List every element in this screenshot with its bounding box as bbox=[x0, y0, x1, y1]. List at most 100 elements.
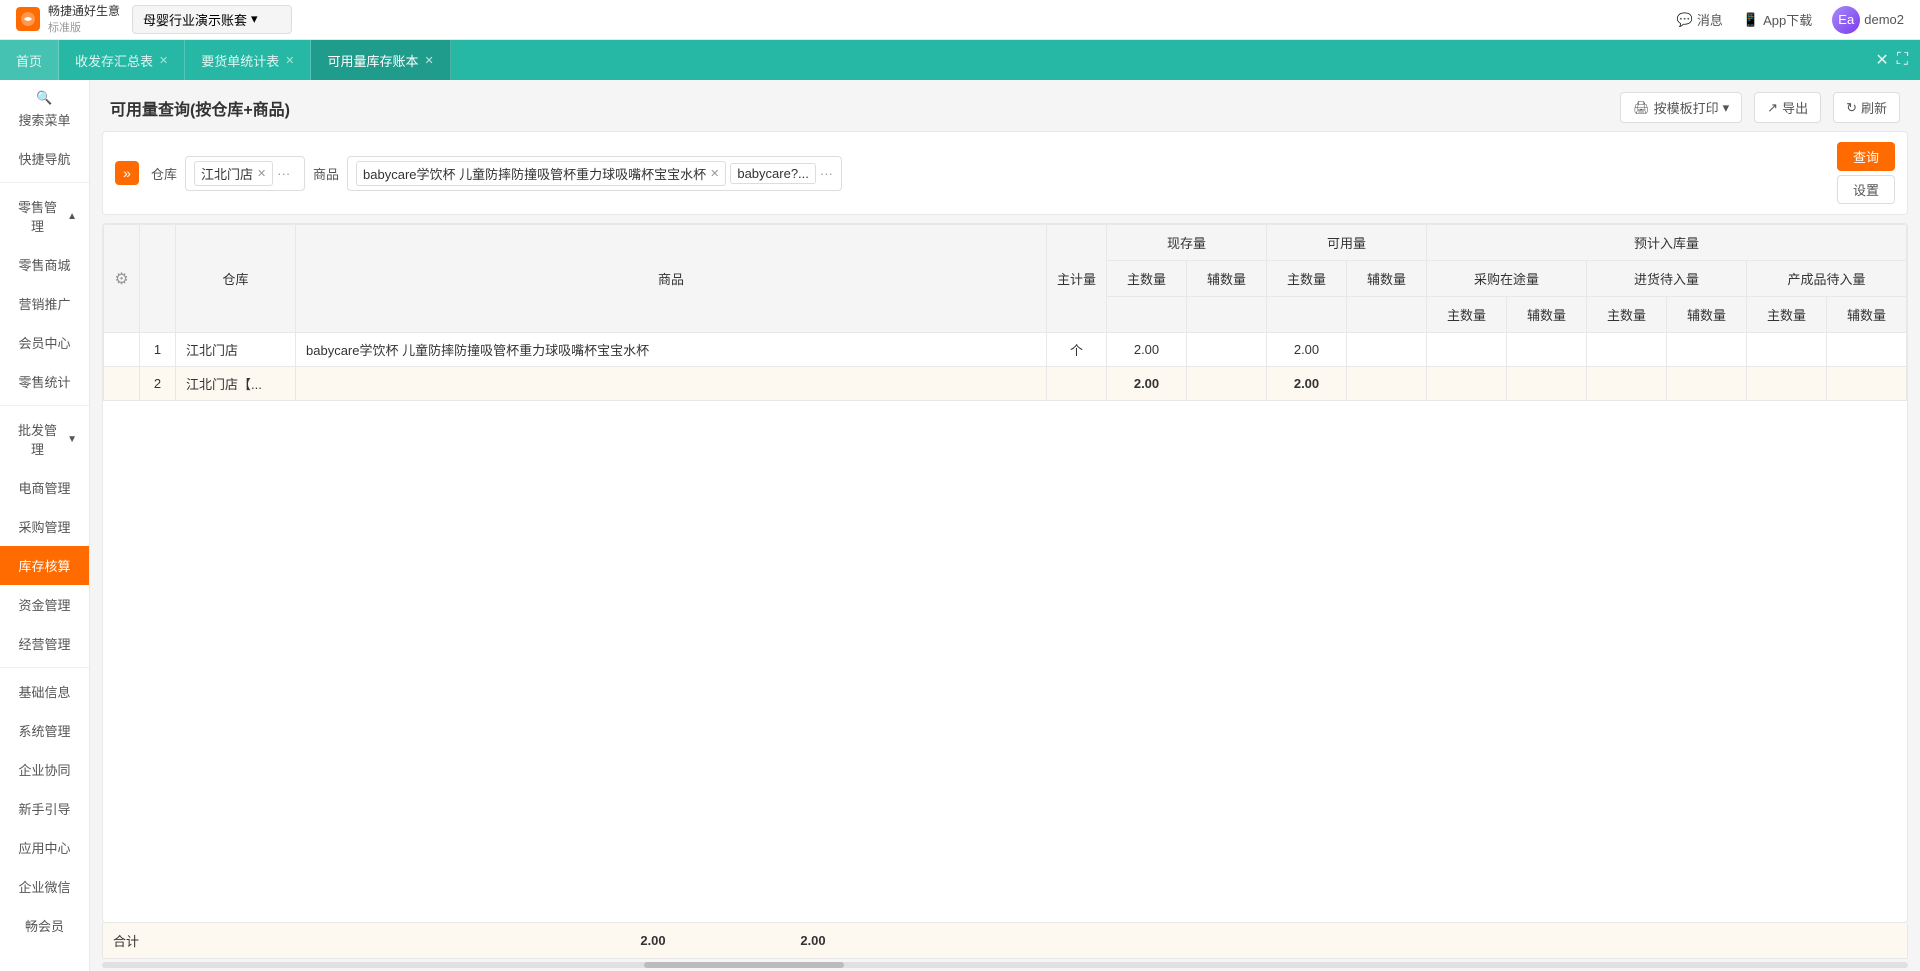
th-available-aux-2 bbox=[1347, 297, 1427, 333]
cell-warehouse-1: 江北门店 bbox=[176, 333, 296, 367]
sidebar-item-retail-mall[interactable]: 零售商城 bbox=[0, 245, 89, 284]
sidebar-item-new-guide[interactable]: 新手引导 bbox=[0, 789, 89, 828]
logo-sub: 标准版 bbox=[48, 19, 120, 35]
export-label: 导出 bbox=[1782, 98, 1808, 117]
cell-purchase-main-1 bbox=[1427, 333, 1507, 367]
sidebar-item-operations-mgmt[interactable]: 经营管理 bbox=[0, 624, 89, 663]
sidebar-item-basic-info[interactable]: 基础信息 bbox=[0, 672, 89, 711]
tab-home[interactable]: 首页 bbox=[0, 40, 59, 80]
sidebar-item-inventory-check[interactable]: 库存核算 bbox=[0, 546, 89, 585]
refresh-button[interactable]: ↻ 刷新 bbox=[1833, 92, 1900, 123]
industry-selector[interactable]: 母婴行业演示账套 ▾ bbox=[132, 5, 292, 34]
sidebar-system-mgmt-label: 系统管理 bbox=[18, 721, 70, 740]
settings-button[interactable]: 设置 bbox=[1837, 175, 1895, 204]
sidebar-item-member-center[interactable]: 会员中心 bbox=[0, 323, 89, 362]
warehouse-filter-more[interactable]: ··· bbox=[277, 166, 290, 181]
cell-goods-main-2 bbox=[1587, 367, 1667, 401]
app-download-label: App下载 bbox=[1763, 10, 1812, 29]
search-icon: 🔍 bbox=[36, 90, 52, 106]
cell-product-2 bbox=[296, 367, 1047, 401]
th-product-incoming-group: 产成品待入量 bbox=[1747, 261, 1907, 297]
sidebar-search[interactable]: 🔍 搜索菜单 bbox=[0, 80, 89, 139]
cell-goods-aux-2 bbox=[1667, 367, 1747, 401]
sidebar-purchase-mgmt-label: 采购管理 bbox=[18, 517, 70, 536]
print-button[interactable]: 🖨 按模板打印 ▾ bbox=[1620, 92, 1742, 123]
sidebar-new-guide-label: 新手引导 bbox=[18, 799, 70, 818]
app-download-action[interactable]: 📱 App下载 bbox=[1743, 10, 1812, 29]
page-header: 可用量查询(按仓库+商品) 🖨 按模板打印 ▾ ↗ 导出 ↻ 刷新 bbox=[90, 80, 1920, 131]
sidebar-item-enterprise-wechat[interactable]: 企业微信 bbox=[0, 867, 89, 906]
cell-purchase-main-2 bbox=[1427, 367, 1507, 401]
warehouse-tag-close[interactable]: ✕ bbox=[257, 167, 266, 180]
sidebar-quick-nav[interactable]: 快捷导航 bbox=[0, 139, 89, 178]
th-unit: 主计量 bbox=[1046, 225, 1106, 333]
top-bar-right: 💬 消息 📱 App下载 Ea demo2 bbox=[1677, 6, 1904, 34]
sidebar-retail-stats-label: 零售统计 bbox=[18, 372, 70, 391]
th-purchase-transit-group: 采购在途量 bbox=[1427, 261, 1587, 297]
product-filter-more[interactable]: ··· bbox=[820, 166, 833, 181]
sidebar-vip-label: 畅会员 bbox=[25, 916, 64, 935]
tab-receive-summary-label: 收发存汇总表 bbox=[75, 51, 153, 70]
message-action[interactable]: 💬 消息 bbox=[1677, 10, 1723, 29]
tab-order-summary[interactable]: 要货单统计表 ✕ bbox=[185, 40, 311, 80]
scroll-thumb[interactable] bbox=[644, 962, 844, 968]
warehouse-filter-input[interactable]: 江北门店 ✕ ··· bbox=[185, 156, 305, 191]
export-button[interactable]: ↗ 导出 bbox=[1754, 92, 1821, 123]
sidebar-enterprise-wechat-label: 企业微信 bbox=[18, 877, 70, 896]
sidebar-finance-mgmt-label: 资金管理 bbox=[18, 595, 70, 614]
product-filter-input[interactable]: babycare学饮杯 儿童防摔防撞吸管杯重力球吸嘴杯宝宝水杯 ✕ babyca… bbox=[347, 156, 842, 191]
refresh-label: 刷新 bbox=[1861, 98, 1887, 117]
export-icon: ↗ bbox=[1767, 100, 1778, 116]
industry-label: 母婴行业演示账套 bbox=[143, 10, 247, 29]
query-button[interactable]: 查询 bbox=[1837, 142, 1895, 171]
sidebar-item-retail-stats[interactable]: 零售统计 bbox=[0, 362, 89, 401]
filter-toggle-btn[interactable]: » bbox=[115, 161, 139, 185]
th-available-group: 可用量 bbox=[1267, 225, 1427, 261]
refresh-icon: ↻ bbox=[1846, 100, 1857, 116]
settings-gear-icon[interactable]: ⚙ bbox=[114, 271, 128, 288]
sidebar-retail-mall-label: 零售商城 bbox=[18, 255, 70, 274]
tab-order-summary-close[interactable]: ✕ bbox=[285, 54, 294, 67]
sidebar-item-retail-mgmt[interactable]: 零售管理 ▲ bbox=[0, 187, 89, 245]
cell-goods-aux-1 bbox=[1667, 333, 1747, 367]
tab-receive-summary-close[interactable]: ✕ bbox=[159, 54, 168, 67]
scroll-bar-area bbox=[90, 959, 1920, 971]
sidebar-item-ecommerce-mgmt[interactable]: 电商管理 bbox=[0, 468, 89, 507]
th-product-main: 主数量 bbox=[1747, 297, 1827, 333]
cell-available-main-2: 2.00 bbox=[1267, 367, 1347, 401]
th-current-aux-2 bbox=[1187, 297, 1267, 333]
sidebar-divider-1 bbox=[0, 182, 89, 183]
cell-product-in-main-1 bbox=[1747, 333, 1827, 367]
warehouse-filter-tag: 江北门店 ✕ bbox=[194, 161, 273, 186]
tab-available-ledger[interactable]: 可用量库存账本 ✕ bbox=[311, 40, 450, 80]
phone-icon: 📱 bbox=[1743, 12, 1759, 28]
user-profile[interactable]: Ea demo2 bbox=[1832, 6, 1904, 34]
sidebar-item-enterprise-collab[interactable]: 企业协同 bbox=[0, 750, 89, 789]
tab-spacer bbox=[451, 40, 1864, 80]
sidebar-item-vip[interactable]: 畅会员 bbox=[0, 906, 89, 945]
sidebar-item-system-mgmt[interactable]: 系统管理 bbox=[0, 711, 89, 750]
chevron-down-icon: ▾ bbox=[251, 11, 258, 27]
cell-num-2: 2 bbox=[140, 367, 176, 401]
maximize-icon[interactable]: ⛶ bbox=[1897, 51, 1908, 69]
table-row: 2 江北门店【... 2.00 2.00 bbox=[104, 367, 1907, 401]
sidebar-item-finance-mgmt[interactable]: 资金管理 bbox=[0, 585, 89, 624]
sidebar-item-marketing[interactable]: 营销推广 bbox=[0, 284, 89, 323]
cell-unit-2 bbox=[1046, 367, 1106, 401]
sidebar-item-wholesale-mgmt[interactable]: 批发管理 ▼ bbox=[0, 410, 89, 468]
close-all-icon[interactable]: ✕ bbox=[1875, 50, 1888, 70]
filter-actions: 查询 设置 bbox=[1837, 142, 1895, 204]
tab-available-ledger-close[interactable]: ✕ bbox=[425, 54, 434, 67]
search-label: 搜索菜单 bbox=[18, 110, 70, 129]
sidebar-item-purchase-mgmt[interactable]: 采购管理 bbox=[0, 507, 89, 546]
content-area: 可用量查询(按仓库+商品) 🖨 按模板打印 ▾ ↗ 导出 ↻ 刷新 » bbox=[90, 80, 1920, 971]
th-goods-main: 主数量 bbox=[1587, 297, 1667, 333]
table-row: 1 江北门店 babycare学饮杯 儿童防摔防撞吸管杯重力球吸嘴杯宝宝水杯 个… bbox=[104, 333, 1907, 367]
sidebar-item-app-center[interactable]: 应用中心 bbox=[0, 828, 89, 867]
scroll-track[interactable] bbox=[102, 962, 1908, 968]
product-tag-1-close[interactable]: ✕ bbox=[710, 167, 719, 180]
tab-receive-summary[interactable]: 收发存汇总表 ✕ bbox=[59, 40, 185, 80]
cell-settings-2 bbox=[104, 367, 140, 401]
th-available-aux: 辅数量 bbox=[1347, 261, 1427, 297]
filter-area: » 仓库 江北门店 ✕ ··· 商品 babycare学饮杯 儿童防摔防撞吸管杯… bbox=[102, 131, 1908, 215]
